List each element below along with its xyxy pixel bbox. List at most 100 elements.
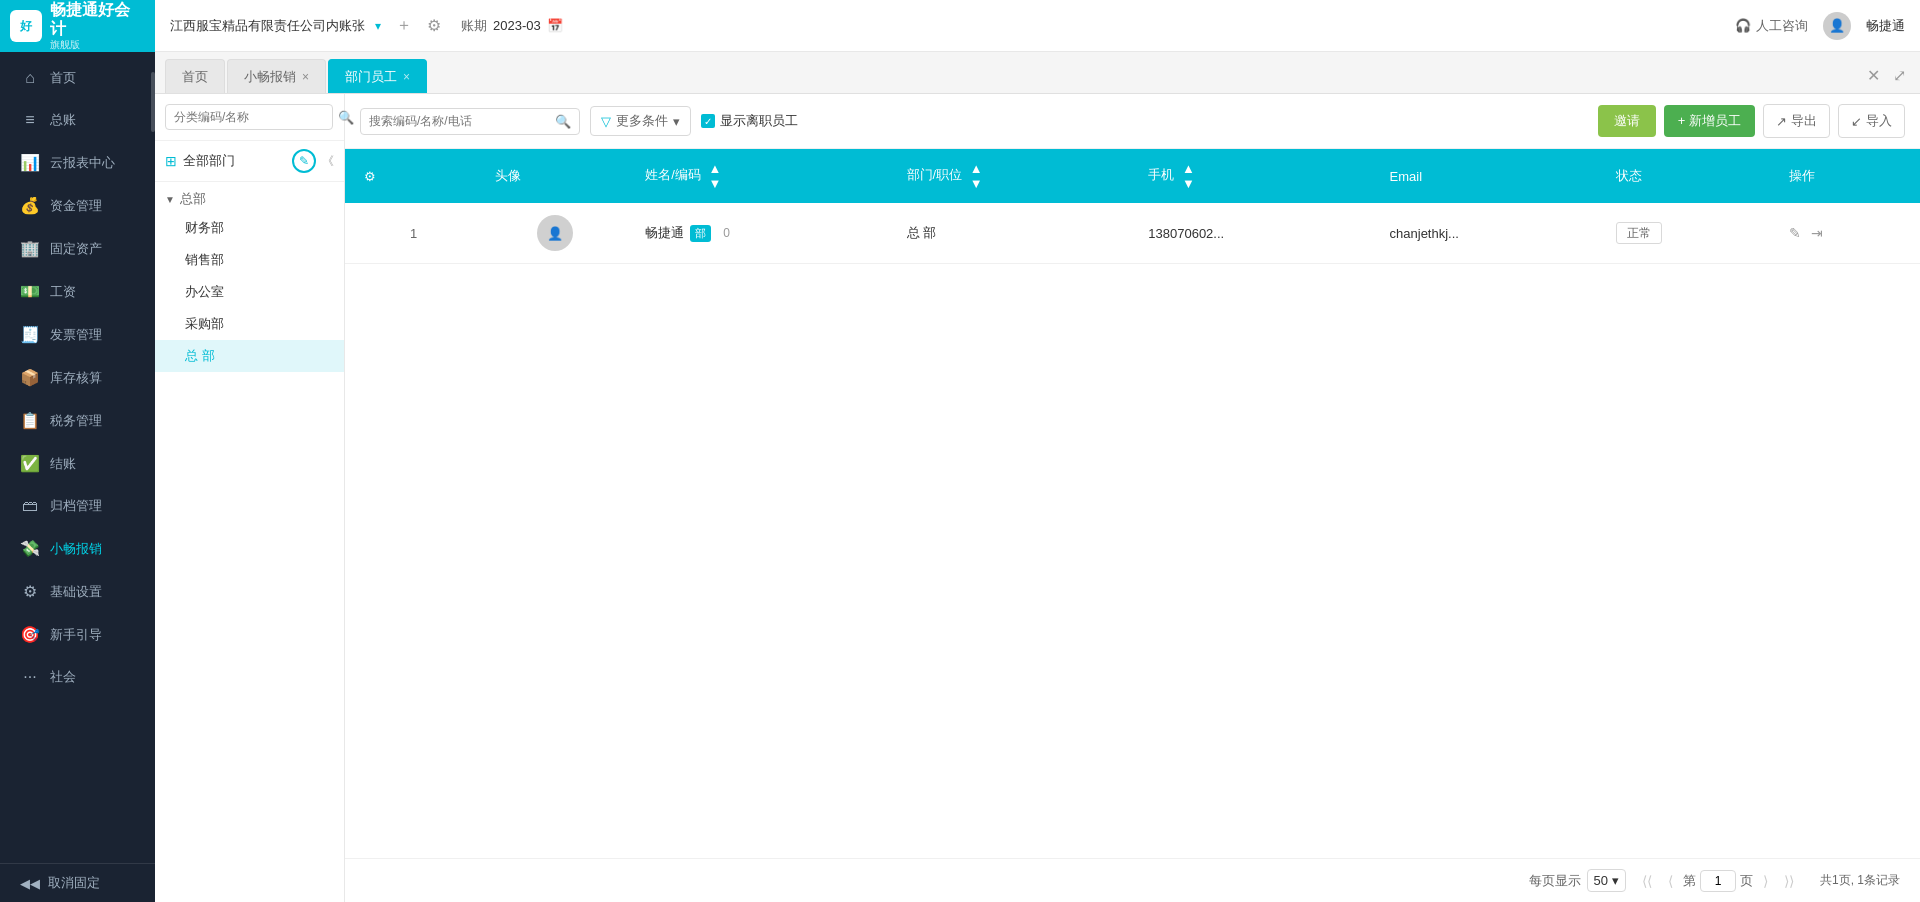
action-buttons: ✎ ⇥ — [1789, 225, 1905, 241]
add-company-button[interactable]: ＋ — [396, 15, 412, 36]
sidebar-item-home[interactable]: ⌂ 首页 — [0, 57, 155, 99]
employee-toolbar: 🔍 ▽ 更多条件 ▾ ✓ 显示离职员工 邀请 + 新增员工 ↗ 导出 — [345, 94, 1920, 149]
dept-item-general[interactable]: 总 部 — [155, 340, 344, 372]
sidebar-item-inventory[interactable]: 📦 库存核算 — [0, 356, 155, 399]
main-area: 江西服宝精品有限责任公司内账张 ▾ ＋ ⚙ 账期 2023-03 📅 🎧 人工咨… — [155, 0, 1920, 902]
invite-button[interactable]: 邀请 — [1598, 105, 1656, 137]
per-page-select[interactable]: 50 ▾ — [1587, 869, 1626, 892]
import-label: 导入 — [1866, 112, 1892, 130]
department-panel: 🔍 ⊞ 全部部门 ✎ 《 ▼ 总部 财务部 销售部 — [155, 94, 345, 902]
dept-edit-button[interactable]: ✎ — [292, 149, 316, 173]
show-resigned-toggle[interactable]: ✓ 显示离职员工 — [701, 112, 798, 130]
sidebar-label-expense: 小畅报销 — [50, 540, 102, 558]
sidebar-item-ledger[interactable]: ≡ 总账 — [0, 99, 155, 141]
sidebar-label-checkout: 结账 — [50, 455, 76, 473]
sidebar-label-assets: 固定资产 — [50, 240, 102, 258]
sidebar-item-payroll[interactable]: 💵 工资 — [0, 270, 155, 313]
topbar-right: 🎧 人工咨询 👤 畅捷通 — [1735, 12, 1905, 40]
dept-collapse-btn[interactable]: 《 — [322, 153, 334, 170]
sidebar-label-inventory: 库存核算 — [50, 369, 102, 387]
employee-name: 畅捷通 — [645, 224, 684, 242]
filter-arrow: ▾ — [673, 114, 680, 129]
service-button[interactable]: 🎧 人工咨询 — [1735, 17, 1808, 35]
app-logo: 好 畅捷通好会计 旗舰版 — [0, 0, 155, 52]
import-button[interactable]: ↙ 导入 — [1838, 104, 1905, 138]
sidebar-item-assets[interactable]: 🏢 固定资产 — [0, 227, 155, 270]
cell-num: 1 — [395, 203, 480, 264]
dept-search-input[interactable] — [165, 104, 333, 130]
page-input[interactable] — [1700, 870, 1736, 892]
next-page-btn[interactable]: ⟩ — [1757, 870, 1774, 892]
filter-label: 更多条件 — [616, 112, 668, 130]
per-page-value: 50 — [1594, 873, 1608, 888]
employee-avatar: 👤 — [537, 215, 573, 251]
calendar-icon[interactable]: 📅 — [547, 18, 563, 33]
sidebar-item-tax[interactable]: 📋 税务管理 — [0, 399, 155, 442]
dept-group-label: 总部 — [180, 190, 206, 208]
tabs-close-btn[interactable]: ✕ — [1863, 62, 1884, 89]
avatar-icon: 👤 — [1829, 18, 1845, 33]
column-phone[interactable]: 手机 ▲▼ — [1133, 149, 1374, 203]
filter-icon: ▽ — [601, 114, 611, 129]
tabs-expand-btn[interactable]: ⤢ — [1889, 62, 1910, 89]
column-dept[interactable]: 部门/职位 ▲▼ — [892, 149, 1134, 203]
sidebar-item-more[interactable]: ··· 社会 — [0, 656, 155, 698]
tab-expense-label: 小畅报销 — [244, 68, 296, 86]
search-input[interactable] — [369, 114, 550, 128]
show-resigned-checkbox[interactable]: ✓ — [701, 114, 715, 128]
sidebar-item-guide[interactable]: 🎯 新手引导 — [0, 613, 155, 656]
sidebar-label-capital: 资金管理 — [50, 197, 102, 215]
export-button[interactable]: ↗ 导出 — [1763, 104, 1830, 138]
prev-page-btn[interactable]: ⟨ — [1662, 870, 1679, 892]
payroll-icon: 💵 — [20, 282, 40, 301]
cell-avatar: 👤 — [480, 203, 630, 264]
tab-expense-close[interactable]: × — [302, 70, 309, 84]
topbar-settings-icon[interactable]: ⚙ — [427, 16, 441, 35]
dept-item-sales[interactable]: 销售部 — [155, 244, 344, 276]
sidebar-item-settings[interactable]: ⚙ 基础设置 — [0, 570, 155, 613]
column-name[interactable]: 姓名/编码 ▲▼ — [630, 149, 891, 203]
tab-home[interactable]: 首页 — [165, 59, 225, 93]
sidebar-unpin[interactable]: ◀◀ 取消固定 — [0, 863, 155, 902]
edit-button[interactable]: ✎ — [1789, 225, 1801, 241]
sidebar-label-tax: 税务管理 — [50, 412, 102, 430]
first-page-btn[interactable]: ⟨⟨ — [1636, 870, 1658, 892]
logo-sub: 旗舰版 — [50, 38, 145, 52]
capital-icon: 💰 — [20, 196, 40, 215]
inventory-icon: 📦 — [20, 368, 40, 387]
logo-icon: 好 — [10, 10, 42, 42]
dept-item-purchase[interactable]: 采购部 — [155, 308, 344, 340]
sidebar-label-invoice: 发票管理 — [50, 326, 102, 344]
sidebar-item-expense[interactable]: 💸 小畅报销 — [0, 527, 155, 570]
column-status: 状态 — [1601, 149, 1774, 203]
add-employee-button[interactable]: + 新增员工 — [1664, 105, 1755, 137]
tab-expense[interactable]: 小畅报销 × — [227, 59, 326, 93]
last-page-btn[interactable]: ⟩⟩ — [1778, 870, 1800, 892]
archive-icon: 🗃 — [20, 497, 40, 515]
sidebar-item-capital[interactable]: 💰 资金管理 — [0, 184, 155, 227]
leave-button[interactable]: ⇥ — [1811, 225, 1823, 241]
sidebar-item-checkout[interactable]: ✅ 结账 — [0, 442, 155, 485]
dept-item-finance[interactable]: 财务部 — [155, 212, 344, 244]
filter-button[interactable]: ▽ 更多条件 ▾ — [590, 106, 691, 136]
company-name: 江西服宝精品有限责任公司内账张 — [170, 17, 365, 35]
sidebar-item-archive[interactable]: 🗃 归档管理 — [0, 485, 155, 527]
tax-icon: 📋 — [20, 411, 40, 430]
pager: ⟨⟨ ⟨ 第 页 ⟩ ⟩⟩ — [1636, 870, 1800, 892]
sidebar-item-reports[interactable]: 📊 云报表中心 — [0, 141, 155, 184]
search-icon[interactable]: 🔍 — [555, 114, 571, 129]
sidebar-item-invoice[interactable]: 🧾 发票管理 — [0, 313, 155, 356]
tab-department-close[interactable]: × — [403, 70, 410, 84]
column-gear[interactable]: ⚙ — [345, 149, 395, 203]
employee-table: ⚙ 头像 姓名/编码 ▲▼ 部门/职位 ▲▼ — [345, 149, 1920, 858]
page-input-wrapper: 第 页 — [1683, 870, 1753, 892]
per-page-arrow: ▾ — [1612, 873, 1619, 888]
sidebar: 好 畅捷通好会计 旗舰版 ⌂ 首页 ≡ 总账 📊 云报表中心 💰 资金管理 🏢 … — [0, 0, 155, 902]
search-box: 🔍 — [360, 108, 580, 135]
period-label: 账期 — [461, 17, 487, 35]
period-value: 2023-03 — [493, 18, 541, 33]
dept-item-office[interactable]: 办公室 — [155, 276, 344, 308]
company-dropdown[interactable]: ▾ — [375, 19, 381, 33]
sort-phone-arrows: ▲▼ — [1182, 161, 1195, 191]
tab-department[interactable]: 部门员工 × — [328, 59, 427, 93]
